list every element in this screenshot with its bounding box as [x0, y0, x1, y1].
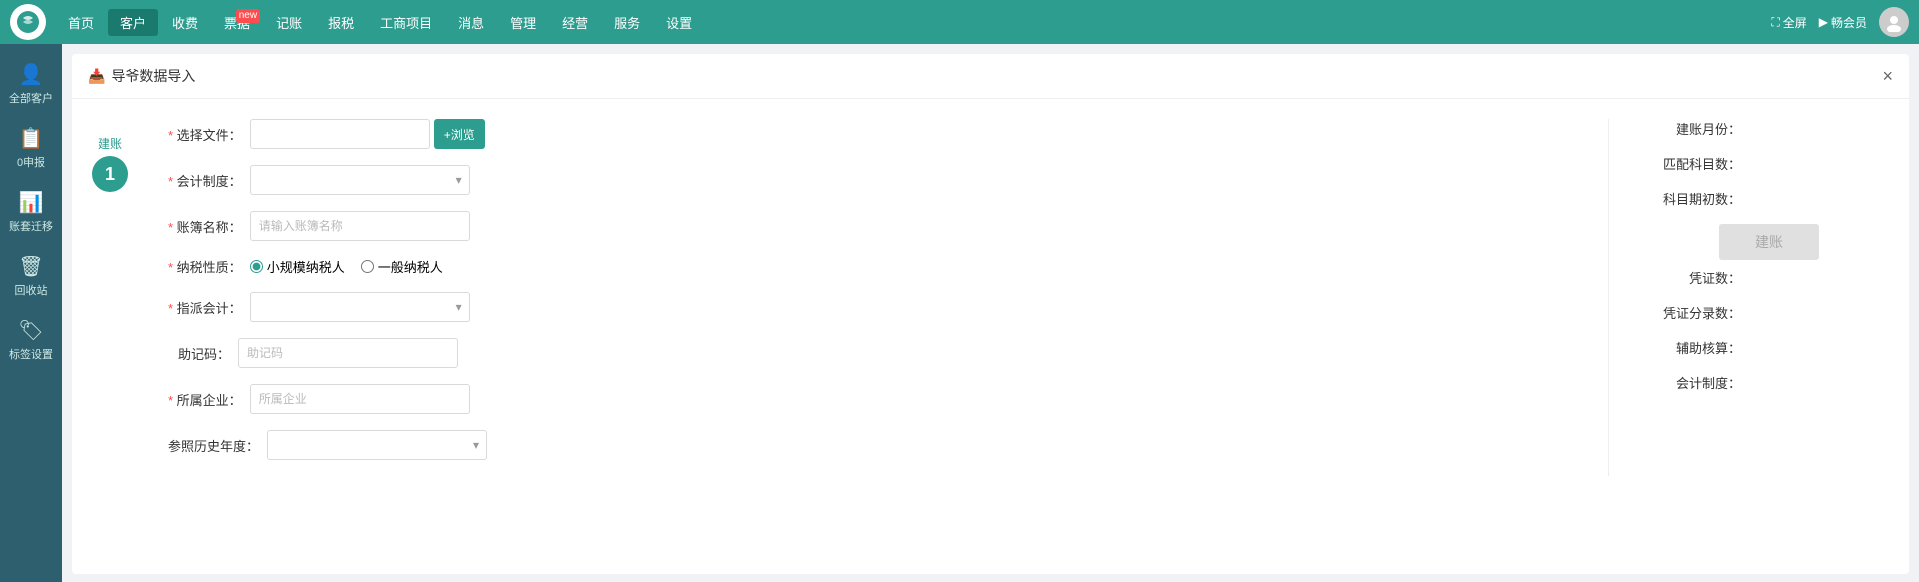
company-row: 所属企业：	[168, 384, 1558, 414]
trash-icon: 🗑	[18, 254, 43, 279]
accounting-system-row: 会计制度：	[168, 165, 1558, 195]
fullscreen-button[interactable]: ⛶ 全屏	[1771, 14, 1806, 31]
assign-accountant-label: 指派会计：	[168, 298, 250, 317]
nav-menu: 首页 客户 收费 票据 new 记账 报税 工商项目 消息 管理 经营 服务 设…	[56, 9, 1771, 36]
sidebar-item-declaration[interactable]: 📋 0申报	[0, 116, 62, 180]
nav-customers[interactable]: 客户	[108, 9, 158, 36]
nav-fees[interactable]: 收费	[160, 9, 210, 36]
browse-button[interactable]: +浏览	[434, 119, 485, 149]
nav-message[interactable]: 消息	[446, 9, 496, 36]
step-section: 建账 1	[92, 119, 128, 476]
build-btn-area: 建账	[1659, 224, 1879, 260]
build-month-row: 建账月份：	[1659, 119, 1879, 138]
reference-year-row: 参照历史年度：	[168, 430, 1558, 460]
company-label: 所属企业：	[168, 390, 250, 409]
aux-accounting-label: 辅助核算：	[1659, 338, 1749, 357]
opening-balance-row: 科目期初数：	[1659, 189, 1879, 208]
left-form: 选择文件： +浏览 会计制度：	[168, 119, 1558, 476]
tax-type-label: 纳税性质：	[168, 257, 250, 276]
sidebar: 👤 全部客户 📋 0申报 📊 账套迁移 🗑 回收站 🏷 标签设置	[0, 44, 62, 582]
import-icon: 📥	[88, 68, 105, 85]
step-circle: 1	[92, 156, 128, 192]
voucher-count-row: 凭证数：	[1659, 268, 1879, 287]
sidebar-label-trash: 回收站	[15, 282, 48, 298]
match-subjects-label: 匹配科目数：	[1659, 154, 1749, 173]
sidebar-item-all-customers[interactable]: 👤 全部客户	[0, 52, 62, 116]
import-dialog: 📥 导爷数据导入 × 建账 1 选择文件：	[72, 54, 1909, 574]
form-divider	[1608, 119, 1609, 476]
sidebar-label-all-customers: 全部客户	[9, 90, 53, 106]
dialog-header: 📥 导爷数据导入 ×	[72, 54, 1909, 99]
voucher-entries-label: 凭证分录数：	[1659, 303, 1749, 322]
voucher-entries-row: 凭证分录数：	[1659, 303, 1879, 322]
tax-type-radio-group: 小规模纳税人 一般纳税人	[250, 257, 443, 276]
assign-accountant-select-wrapper	[250, 292, 470, 322]
nav-operation[interactable]: 经营	[550, 9, 600, 36]
logo[interactable]	[10, 4, 46, 40]
avatar[interactable]	[1879, 7, 1909, 37]
dialog-title: 📥 导爷数据导入	[88, 66, 195, 86]
accounting-system-right-label: 会计制度：	[1659, 373, 1749, 392]
reference-year-select[interactable]	[267, 430, 487, 460]
close-button[interactable]: ×	[1882, 67, 1893, 85]
ledger-name-input[interactable]	[250, 211, 470, 241]
sidebar-label-tags: 标签设置	[9, 346, 53, 362]
declaration-icon: 📋	[19, 126, 44, 151]
right-form: 建账月份： 匹配科目数： 科目期初数： 建账	[1659, 119, 1879, 476]
sidebar-label-declaration: 0申报	[17, 154, 45, 170]
nav-service[interactable]: 服务	[602, 9, 652, 36]
sidebar-item-tags[interactable]: 🏷 标签设置	[0, 308, 62, 372]
nav-tickets[interactable]: 票据 new	[212, 9, 262, 36]
general-taxpayer-label: 一般纳税人	[378, 257, 443, 276]
tag-icon: 🏷	[18, 318, 43, 343]
build-button[interactable]: 建账	[1719, 224, 1819, 260]
mnemonic-code-input[interactable]	[238, 338, 458, 368]
ledger-name-label: 账簿名称：	[168, 217, 250, 236]
main-layout: 👤 全部客户 📋 0申报 📊 账套迁移 🗑 回收站 🏷 标签设置 📥 导爷	[0, 44, 1919, 582]
accounting-system-select-wrapper	[250, 165, 470, 195]
small-taxpayer-label: 小规模纳税人	[267, 257, 345, 276]
all-customers-icon: 👤	[19, 62, 44, 87]
migration-icon: 📊	[19, 190, 44, 215]
sidebar-item-trash[interactable]: 🗑 回收站	[0, 244, 62, 308]
nav-business[interactable]: 工商项目	[368, 9, 444, 36]
accounting-system-select[interactable]	[250, 165, 470, 195]
new-badge: new	[236, 9, 260, 23]
step-label: 建账	[98, 135, 122, 152]
file-input-group: +浏览	[250, 119, 485, 149]
opening-balance-label: 科目期初数：	[1659, 189, 1749, 208]
assign-accountant-select[interactable]	[250, 292, 470, 322]
top-navbar: 首页 客户 收费 票据 new 记账 报税 工商项目 消息 管理 经营 服务 设…	[0, 0, 1919, 44]
assign-accountant-row: 指派会计：	[168, 292, 1558, 322]
radio-general-taxpayer[interactable]: 一般纳税人	[361, 257, 443, 276]
tax-type-row: 纳税性质： 小规模纳税人 一般纳税人	[168, 257, 1558, 276]
nav-settings[interactable]: 设置	[654, 9, 704, 36]
radio-small-taxpayer[interactable]: 小规模纳税人	[250, 257, 345, 276]
aux-accounting-row: 辅助核算：	[1659, 338, 1879, 357]
member-button[interactable]: ▶ 畅会员	[1819, 14, 1867, 31]
company-input[interactable]	[250, 384, 470, 414]
accounting-system-label: 会计制度：	[168, 171, 250, 190]
nav-manage[interactable]: 管理	[498, 9, 548, 36]
accounting-system-right-row: 会计制度：	[1659, 373, 1879, 392]
file-row: 选择文件： +浏览	[168, 119, 1558, 149]
nav-right-actions: ⛶ 全屏 ▶ 畅会员	[1771, 7, 1909, 37]
voucher-count-label: 凭证数：	[1659, 268, 1749, 287]
reference-year-select-wrapper	[267, 430, 487, 460]
mnemonic-code-label: 助记码：	[168, 344, 238, 363]
sidebar-item-migration[interactable]: 📊 账套迁移	[0, 180, 62, 244]
match-subjects-row: 匹配科目数：	[1659, 154, 1879, 173]
main-content: 📥 导爷数据导入 × 建账 1 选择文件：	[62, 44, 1919, 582]
reference-year-label: 参照历史年度：	[168, 436, 267, 455]
sidebar-label-migration: 账套迁移	[9, 218, 53, 234]
nav-tax[interactable]: 报税	[316, 9, 366, 36]
file-text-input[interactable]	[250, 119, 430, 149]
nav-home[interactable]: 首页	[56, 9, 106, 36]
nav-bookkeeping[interactable]: 记账	[264, 9, 314, 36]
file-label: 选择文件：	[168, 125, 250, 144]
build-month-label: 建账月份：	[1659, 119, 1749, 138]
form-area: 建账 1 选择文件： +浏览	[72, 99, 1909, 496]
ledger-name-row: 账簿名称：	[168, 211, 1558, 241]
mnemonic-code-row: 助记码：	[168, 338, 1558, 368]
